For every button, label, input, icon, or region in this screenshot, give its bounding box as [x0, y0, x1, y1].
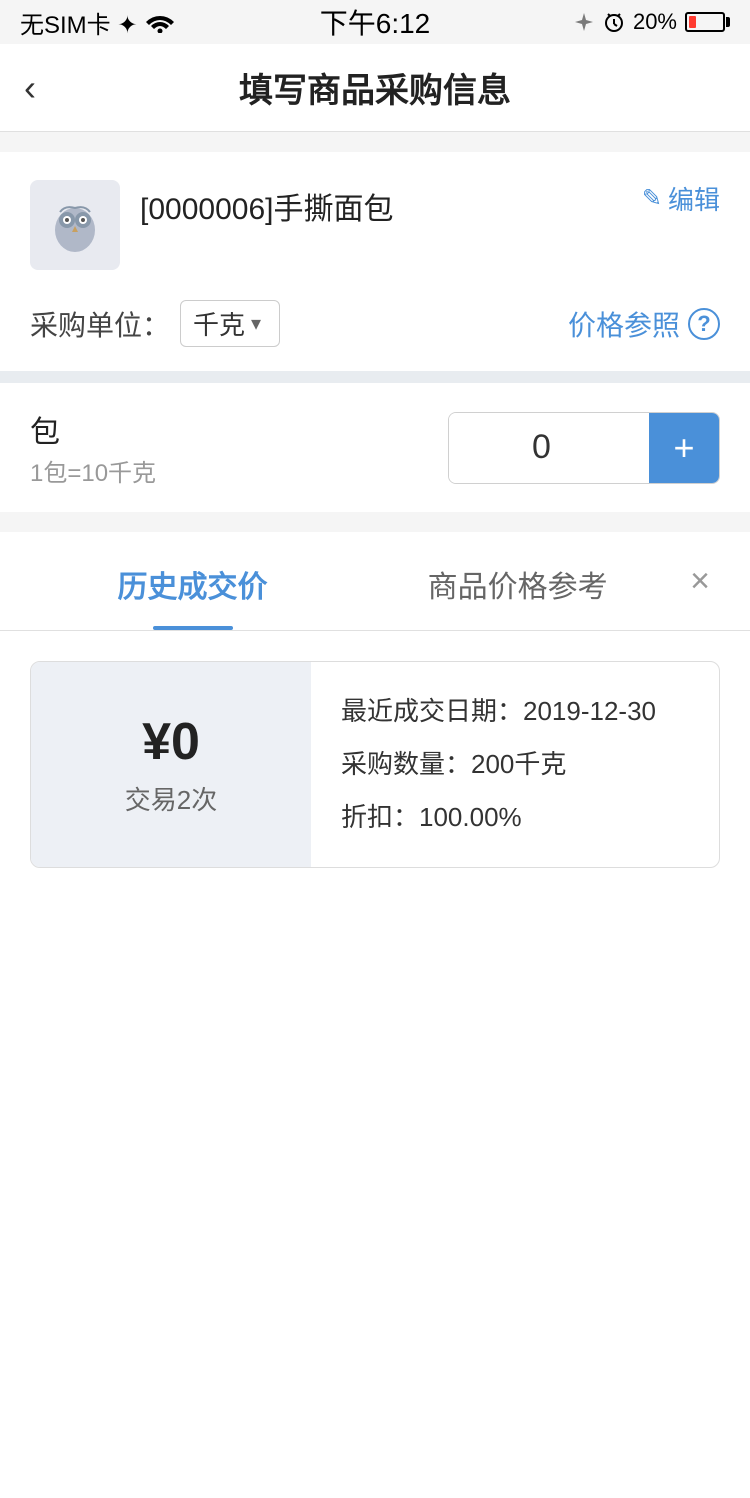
back-button[interactable]: ‹ — [24, 67, 36, 109]
page-title: 填写商品采购信息 — [239, 63, 511, 112]
quantity-input[interactable] — [449, 413, 649, 483]
tabs-close-button[interactable]: × — [680, 542, 720, 621]
unit-arrow-icon: ▾ — [251, 311, 261, 336]
price-quantity: 采购数量：200千克 — [341, 745, 689, 784]
nav-bar: ‹ 填写商品采购信息 — [0, 44, 750, 132]
tabs-header: 历史成交价 商品价格参考 × — [0, 532, 750, 631]
quantity-label-area: 包 1包=10千克 — [30, 407, 156, 488]
quantity-sub-label: 1包=10千克 — [30, 453, 156, 488]
product-logo — [40, 190, 110, 260]
product-card: [0000006]手撕面包 ✎ 编辑 采购单位： 千克 ▾ 价格参照 ? — [0, 152, 750, 371]
discount-value: 100.00% — [419, 802, 522, 832]
tabs-container: 历史成交价 商品价格参考 × ¥0 交易2次 最近成交日期：2019-12-30… — [0, 532, 750, 1498]
price-transactions: 交易2次 — [125, 780, 217, 817]
price-card-left: ¥0 交易2次 — [31, 662, 311, 867]
alarm-icon — [603, 11, 625, 33]
product-left: [0000006]手撕面包 — [30, 180, 393, 270]
price-card: ¥0 交易2次 最近成交日期：2019-12-30 采购数量：200千克 折扣：… — [30, 661, 720, 868]
price-card-right: 最近成交日期：2019-12-30 采购数量：200千克 折扣：100.00% — [311, 662, 719, 867]
status-carrier: 无SIM卡 ✦ — [20, 5, 175, 40]
quantity-unit-label: 包 — [30, 407, 156, 451]
status-bar: 无SIM卡 ✦ 下午6:12 20% — [0, 0, 750, 44]
wifi-icon — [145, 11, 175, 33]
carrier-text: 无SIM卡 ✦ — [20, 5, 137, 40]
unit-select[interactable]: 千克 ▾ — [180, 300, 280, 347]
tab-ref-label: 商品价格参考 — [428, 571, 608, 604]
bottom-content-area — [0, 898, 750, 1498]
unit-value: 千克 — [193, 305, 245, 342]
quantity-row: 包 1包=10千克 + — [0, 383, 750, 512]
status-time: 下午6:12 — [320, 2, 431, 42]
quantity-plus-button[interactable]: + — [649, 413, 719, 483]
unit-label: 采购单位： — [30, 304, 170, 344]
location-icon — [573, 11, 595, 33]
product-thumbnail — [30, 180, 120, 270]
recent-date-label: 最近成交日期： — [341, 696, 523, 726]
price-recent-date: 最近成交日期：2019-12-30 — [341, 692, 689, 731]
edit-icon: ✎ — [642, 184, 662, 213]
battery-percent: 20% — [633, 9, 677, 35]
price-currency: ¥ — [142, 713, 171, 771]
edit-button[interactable]: ✎ 编辑 — [642, 180, 720, 217]
price-ref-button[interactable]: 价格参照 ? — [568, 304, 720, 344]
unit-row: 采购单位： 千克 ▾ — [30, 300, 280, 347]
quantity-label: 采购数量： — [341, 749, 471, 779]
tab-price-ref[interactable]: 商品价格参考 — [355, 532, 680, 630]
product-name: [0000006]手撕面包 — [140, 184, 393, 228]
section-divider — [0, 371, 750, 383]
product-meta: 采购单位： 千克 ▾ 价格参照 ? — [30, 300, 720, 347]
edit-label: 编辑 — [668, 180, 720, 217]
discount-label: 折扣： — [341, 802, 419, 832]
price-value: 0 — [171, 713, 200, 771]
product-header: [0000006]手撕面包 ✎ 编辑 — [30, 180, 720, 270]
price-amount: ¥0 — [142, 712, 200, 772]
price-ref-label: 价格参照 — [568, 304, 680, 344]
price-discount: 折扣：100.00% — [341, 798, 689, 837]
tab-history-label: 历史成交价 — [118, 571, 268, 604]
tab-history-price[interactable]: 历史成交价 — [30, 532, 355, 630]
status-indicators: 20% — [573, 9, 730, 35]
quantity-input-area: + — [448, 412, 720, 484]
help-icon: ? — [688, 308, 720, 340]
quantity-value: 200千克 — [471, 749, 566, 779]
battery-icon — [685, 12, 730, 32]
recent-date-value: 2019-12-30 — [523, 696, 656, 726]
